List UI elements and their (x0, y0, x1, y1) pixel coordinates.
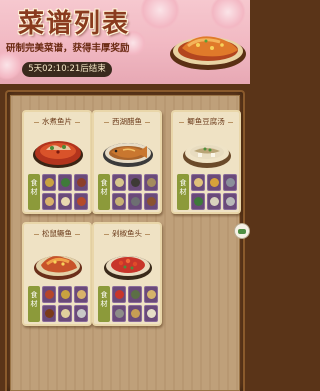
ingredient-slot[interactable] (58, 305, 72, 322)
ingredient-slot[interactable] (42, 193, 56, 210)
countdown-timer: 5天02:10:21后结束 (22, 62, 112, 77)
ingredient-slot[interactable] (58, 193, 72, 210)
ingredient-slot[interactable] (42, 286, 56, 303)
recipe-card-west-lake-fish[interactable]: 西湖醋鱼 食材 (92, 110, 162, 214)
recipe-card-squirrel-fish[interactable]: 松鼠鳜鱼 食材 (22, 222, 92, 326)
chat-icon[interactable] (234, 223, 250, 239)
recipe-name: 剁椒鱼头 (94, 228, 160, 240)
page-title: 菜谱列表 (18, 9, 131, 39)
ingredient-slot[interactable] (207, 174, 221, 191)
recipe-card-chili-fish-head[interactable]: 剁椒鱼头 食材 (92, 222, 162, 326)
ingredient-slot[interactable] (112, 174, 126, 191)
ingredient-list: 食材 (98, 286, 159, 322)
recipe-name: 西湖醋鱼 (94, 116, 160, 128)
ingredient-slot[interactable] (74, 305, 88, 322)
ingredient-slot[interactable] (58, 286, 72, 303)
recipe-name: 松鼠鳜鱼 (24, 228, 90, 240)
dish-image (34, 256, 82, 280)
featured-dish-image (170, 36, 246, 70)
event-banner: 菜谱列表 研制完美菜谱，获得丰厚奖励 5天02:10:21后结束 (0, 0, 250, 84)
dish-image (104, 256, 152, 280)
ingredient-slot[interactable] (223, 174, 237, 191)
ingredient-slot[interactable] (58, 174, 72, 191)
ingredient-slot[interactable] (74, 193, 88, 210)
ingredient-slot[interactable] (128, 305, 142, 322)
dish-image (33, 141, 83, 168)
dish-image (183, 143, 231, 168)
ingredient-list: 食材 (98, 174, 159, 210)
ingredient-slot[interactable] (128, 286, 142, 303)
ingredient-slot[interactable] (223, 193, 237, 210)
ingredient-tag: 食材 (28, 174, 40, 210)
recipe-card-crucian-tofu-soup[interactable]: 鲫鱼豆腐汤 食材 (171, 110, 241, 214)
ingredient-slot[interactable] (144, 174, 158, 191)
ingredient-list: 食材 (28, 174, 89, 210)
ingredient-slot[interactable] (42, 305, 56, 322)
ingredient-slot[interactable] (112, 305, 126, 322)
ingredient-slot[interactable] (112, 286, 126, 303)
ingredient-slot[interactable] (191, 193, 205, 210)
recipe-name: 水煮鱼片 (24, 116, 90, 128)
ingredient-slot[interactable] (191, 174, 205, 191)
ingredient-slot[interactable] (207, 193, 221, 210)
ingredient-list: 食材 (177, 174, 238, 210)
ingredient-slot[interactable] (74, 286, 88, 303)
ingredient-tag: 食材 (177, 174, 189, 210)
ingredient-slot[interactable] (144, 193, 158, 210)
ingredient-list: 食材 (28, 286, 89, 322)
recipe-card-boiled-fish[interactable]: 水煮鱼片 食材 (22, 110, 92, 214)
ingredient-slot[interactable] (144, 305, 158, 322)
ingredient-slot[interactable] (74, 174, 88, 191)
dish-image (103, 143, 153, 167)
page-subtitle: 研制完美菜谱，获得丰厚奖励 (6, 43, 130, 54)
ingredient-slot[interactable] (144, 286, 158, 303)
ingredient-slot[interactable] (42, 174, 56, 191)
ingredient-slot[interactable] (128, 174, 142, 191)
recipe-name: 鲫鱼豆腐汤 (173, 116, 239, 128)
ingredient-tag: 食材 (98, 174, 110, 210)
ingredient-tag: 食材 (98, 286, 110, 322)
ingredient-slot[interactable] (128, 193, 142, 210)
ingredient-tag: 食材 (28, 286, 40, 322)
ingredient-slot[interactable] (112, 193, 126, 210)
